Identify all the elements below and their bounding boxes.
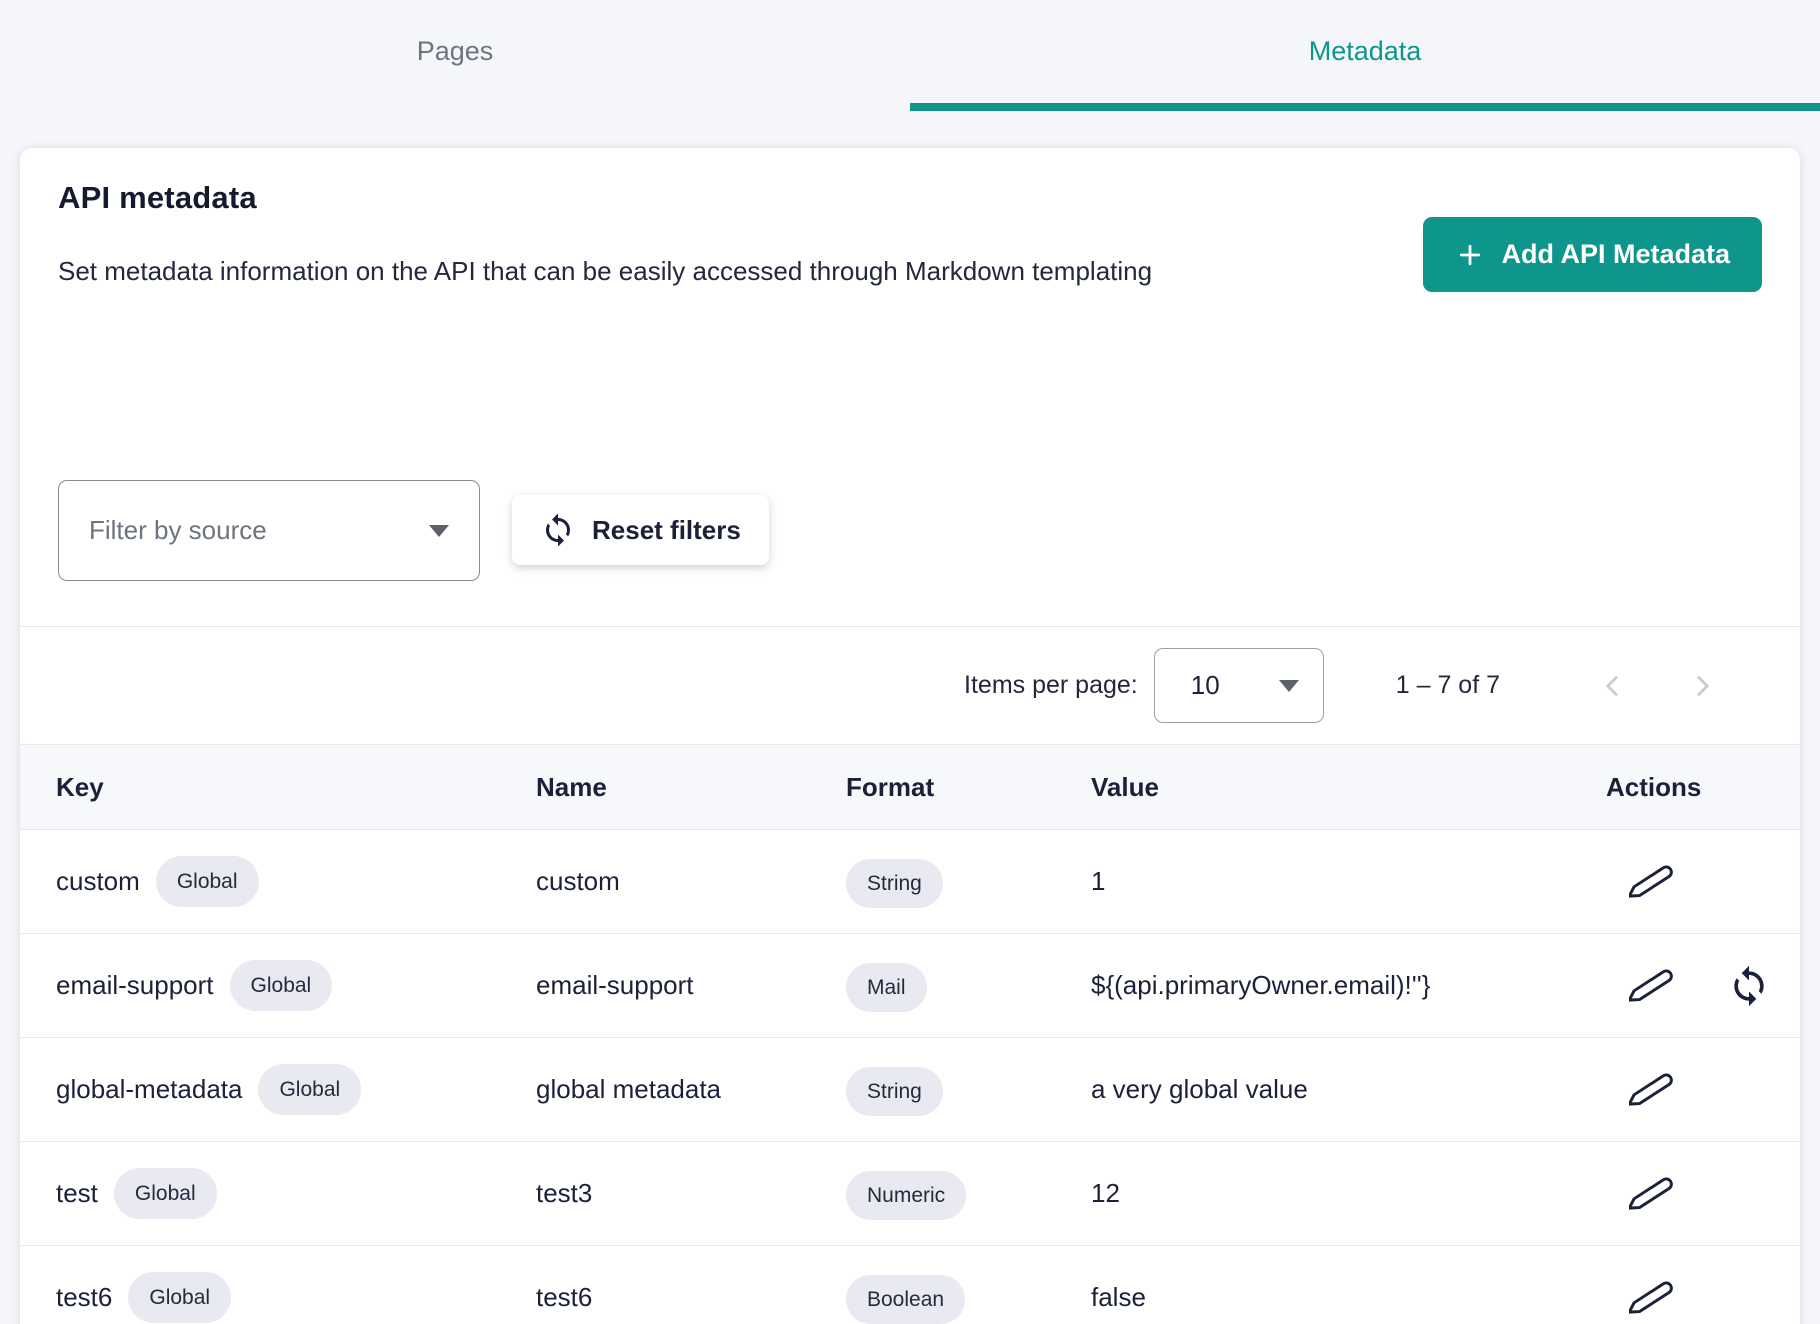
- tab-metadata-label: Metadata: [1309, 36, 1422, 67]
- plus-icon: [1455, 240, 1485, 270]
- edit-button[interactable]: [1628, 1067, 1674, 1113]
- add-api-metadata-button[interactable]: Add API Metadata: [1423, 217, 1762, 292]
- add-api-metadata-label: Add API Metadata: [1501, 239, 1730, 270]
- name-cell: global metadata: [500, 1074, 810, 1105]
- page-size-select[interactable]: 10: [1154, 648, 1324, 723]
- scope-badge: Global: [258, 1064, 361, 1115]
- edit-button[interactable]: [1628, 1171, 1674, 1217]
- name-cell: email-support: [500, 970, 810, 1001]
- sync-icon: [540, 512, 576, 548]
- table-row: test Global test3 Numeric 12: [20, 1141, 1800, 1245]
- actions-cell: [1570, 963, 1800, 1009]
- key-cell: custom Global: [20, 856, 500, 907]
- edit-button[interactable]: [1628, 1275, 1674, 1321]
- paginator: Items per page: 10 1 – 7 of 7: [20, 626, 1800, 744]
- chevron-right-icon: [1686, 669, 1720, 703]
- key-cell: email-support Global: [20, 960, 500, 1011]
- scope-badge: Global: [128, 1272, 231, 1323]
- value-cell: ${(api.primaryOwner.email)!''}: [1055, 970, 1570, 1001]
- key-text: test: [56, 1178, 98, 1209]
- filters-section: Filter by source Reset filters: [20, 287, 1800, 626]
- column-header-actions: Actions: [1570, 772, 1800, 803]
- scope-badge: Global: [230, 960, 333, 1011]
- format-cell: Numeric: [810, 1178, 1055, 1209]
- scope-badge: Global: [156, 856, 259, 907]
- format-cell: String: [810, 866, 1055, 897]
- column-header-key: Key: [20, 772, 500, 803]
- key-cell: global-metadata Global: [20, 1064, 500, 1115]
- value-cell: a very global value: [1055, 1074, 1570, 1105]
- key-text: test6: [56, 1282, 112, 1313]
- table-body: custom Global custom String 1 email-supp…: [20, 829, 1800, 1324]
- key-cell: test Global: [20, 1168, 500, 1219]
- items-per-page-label: Items per page:: [964, 671, 1138, 700]
- edit-button[interactable]: [1628, 859, 1674, 905]
- name-cell: test3: [500, 1178, 810, 1209]
- format-cell: Mail: [810, 970, 1055, 1001]
- api-metadata-card: API metadata Set metadata information on…: [20, 148, 1800, 1324]
- value-cell: false: [1055, 1282, 1570, 1313]
- format-badge: Numeric: [846, 1171, 966, 1220]
- previous-page-button[interactable]: [1592, 662, 1632, 710]
- tab-pages[interactable]: Pages: [0, 0, 910, 111]
- format-badge: String: [846, 859, 943, 908]
- caret-down-icon: [1279, 680, 1299, 692]
- renew-button[interactable]: [1726, 963, 1772, 1009]
- chevron-left-icon: [1595, 669, 1629, 703]
- name-cell: custom: [500, 866, 810, 897]
- actions-cell: [1570, 1171, 1800, 1217]
- column-header-value: Value: [1055, 772, 1570, 803]
- actions-cell: [1570, 859, 1800, 905]
- page-title: API metadata: [58, 180, 1762, 216]
- key-text: email-support: [56, 970, 214, 1001]
- format-badge: Mail: [846, 963, 927, 1012]
- page-range-label: 1 – 7 of 7: [1396, 671, 1500, 700]
- pencil-icon: [1629, 860, 1673, 904]
- pencil-icon: [1629, 1276, 1673, 1320]
- pencil-icon: [1629, 1068, 1673, 1112]
- value-cell: 12: [1055, 1178, 1570, 1209]
- key-text: global-metadata: [56, 1074, 242, 1105]
- filter-by-source-placeholder: Filter by source: [89, 515, 267, 546]
- key-cell: test6 Global: [20, 1272, 500, 1323]
- tab-metadata[interactable]: Metadata: [910, 0, 1820, 111]
- table-row: test6 Global test6 Boolean false: [20, 1245, 1800, 1324]
- format-cell: Boolean: [810, 1282, 1055, 1313]
- key-text: custom: [56, 866, 140, 897]
- format-badge: Boolean: [846, 1275, 965, 1324]
- card-header: API metadata Set metadata information on…: [20, 148, 1800, 287]
- caret-down-icon: [429, 525, 449, 537]
- table-row: email-support Global email-support Mail …: [20, 933, 1800, 1037]
- tab-bar: Pages Metadata: [0, 0, 1820, 119]
- format-cell: String: [810, 1074, 1055, 1105]
- edit-button[interactable]: [1628, 963, 1674, 1009]
- tab-pages-label: Pages: [417, 36, 494, 67]
- reset-filters-button[interactable]: Reset filters: [512, 495, 769, 565]
- value-cell: 1: [1055, 866, 1570, 897]
- pencil-icon: [1629, 964, 1673, 1008]
- reset-filters-label: Reset filters: [592, 515, 741, 546]
- filter-by-source-select[interactable]: Filter by source: [58, 480, 480, 581]
- column-header-name: Name: [500, 772, 810, 803]
- sync-icon: [1727, 964, 1771, 1008]
- actions-cell: [1570, 1275, 1800, 1321]
- page-size-value: 10: [1191, 670, 1220, 701]
- table-row: global-metadata Global global metadata S…: [20, 1037, 1800, 1141]
- scope-badge: Global: [114, 1168, 217, 1219]
- column-header-format: Format: [810, 772, 1055, 803]
- table-row: custom Global custom String 1: [20, 829, 1800, 933]
- next-page-button[interactable]: [1683, 662, 1723, 710]
- format-badge: String: [846, 1067, 943, 1116]
- pencil-icon: [1629, 1172, 1673, 1216]
- table-header-row: Key Name Format Value Actions: [20, 744, 1800, 829]
- name-cell: test6: [500, 1282, 810, 1313]
- actions-cell: [1570, 1067, 1800, 1113]
